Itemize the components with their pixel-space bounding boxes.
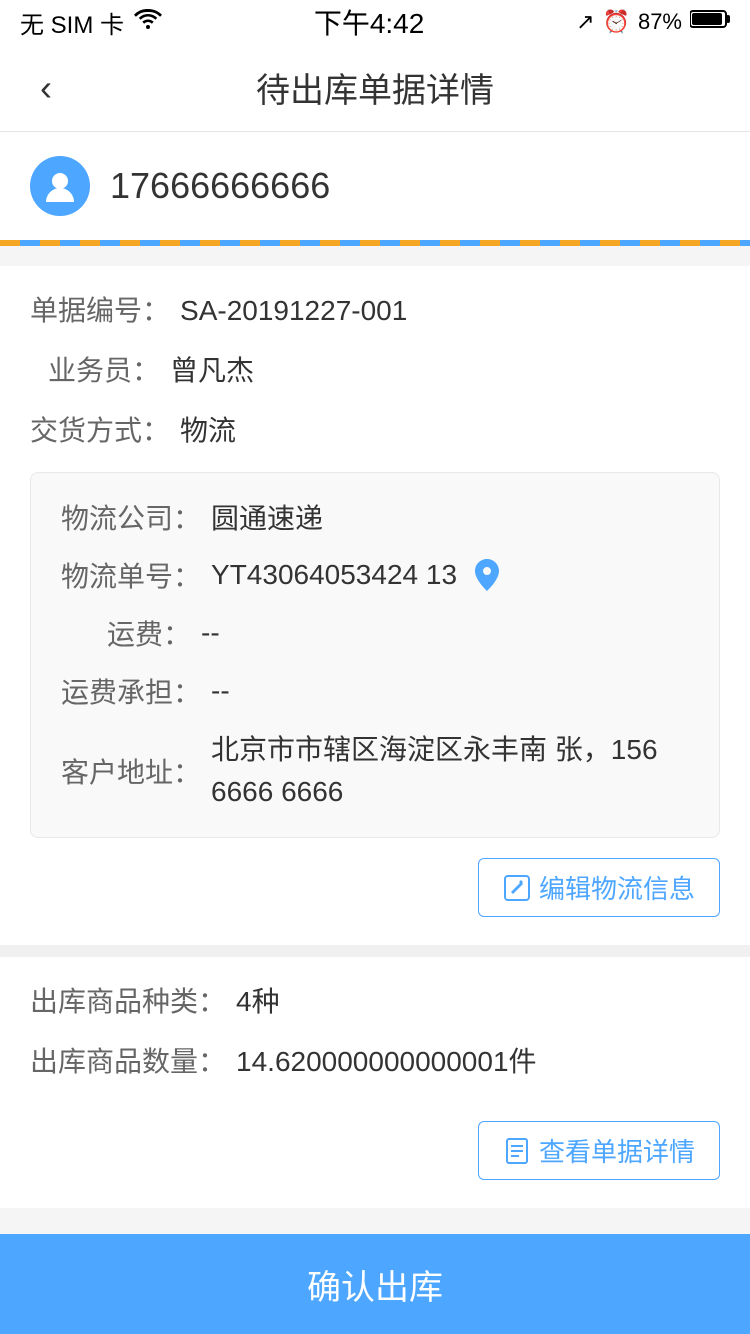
customer-phone: 17666666666	[110, 165, 330, 207]
status-time: 下午4:42	[314, 2, 425, 42]
order-number-label: 单据编号：	[30, 290, 180, 332]
logistics-card: 物流公司： 圆通速递 物流单号： YT43064053424 13 运费： --…	[30, 472, 720, 838]
freight-bear-row: 运费承担： --	[61, 671, 689, 711]
freight-label: 运费：	[61, 613, 201, 653]
logistics-company-label: 物流公司：	[61, 497, 211, 537]
product-quantity-label: 出库商品数量：	[30, 1041, 236, 1083]
staff-value: 曾凡杰	[170, 350, 720, 392]
status-right: ↗ ⏰ 87%	[576, 9, 730, 35]
freight-bear-value: --	[211, 675, 689, 707]
view-btn-row: 查看单据详情	[30, 1101, 720, 1184]
address-label: 客户地址：	[61, 751, 211, 791]
page-title: 待出库单据详情	[256, 63, 494, 112]
logistics-company-value: 圆通速递	[211, 497, 689, 537]
order-info-section: 单据编号： SA-20191227-001 业务员： 曾凡杰 交货方式： 物流 …	[0, 266, 750, 945]
view-details-button[interactable]: 查看单据详情	[478, 1121, 720, 1180]
carrier-text: 无 SIM 卡	[20, 5, 124, 40]
delivery-label: 交货方式：	[30, 410, 180, 452]
staff-row: 业务员： 曾凡杰	[30, 350, 720, 392]
delivery-row: 交货方式： 物流	[30, 410, 720, 452]
logistics-company-row: 物流公司： 圆通速递	[61, 497, 689, 537]
map-pin-icon[interactable]	[469, 557, 505, 593]
edit-icon	[503, 874, 531, 902]
location-status-icon: ↗	[576, 9, 594, 35]
document-icon	[503, 1137, 531, 1165]
product-types-label: 出库商品种类：	[30, 981, 236, 1023]
freight-row: 运费： --	[61, 613, 689, 653]
tracking-row: 物流单号： YT43064053424 13	[61, 555, 689, 595]
tracking-number: YT43064053424 13	[211, 559, 457, 591]
tracking-value-container: YT43064053424 13	[211, 557, 689, 593]
alarm-icon: ⏰	[603, 9, 630, 35]
battery-text: 87%	[638, 9, 682, 35]
product-section: 出库商品种类： 4种 出库商品数量： 14.620000000000001件 查…	[0, 957, 750, 1208]
product-quantity-row: 出库商品数量： 14.620000000000001件	[30, 1041, 720, 1083]
back-button[interactable]: ‹	[30, 57, 62, 119]
freight-bear-label: 运费承担：	[61, 671, 211, 711]
address-row: 客户地址： 北京市市辖区海淀区永丰南 张，156 6666 6666	[61, 729, 689, 813]
status-bar: 无 SIM 卡 下午4:42 ↗ ⏰ 87%	[0, 0, 750, 44]
edit-btn-row: 编辑物流信息	[30, 838, 720, 921]
person-icon	[42, 168, 78, 204]
edit-logistics-label: 编辑物流信息	[539, 869, 695, 906]
section-divider	[0, 945, 750, 957]
customer-header: 17666666666	[0, 132, 750, 240]
address-value: 北京市市辖区海淀区永丰南 张，156 6666 6666	[211, 729, 689, 813]
confirm-button[interactable]: 确认出库	[0, 1234, 750, 1334]
customer-avatar	[30, 156, 90, 216]
delivery-value: 物流	[180, 410, 720, 452]
status-left: 无 SIM 卡	[20, 5, 162, 40]
order-number-row: 单据编号： SA-20191227-001	[30, 290, 720, 332]
wifi-icon	[134, 8, 162, 36]
view-details-label: 查看单据详情	[539, 1132, 695, 1169]
order-number-value: SA-20191227-001	[180, 290, 720, 332]
edit-logistics-button[interactable]: 编辑物流信息	[478, 858, 720, 917]
tracking-label: 物流单号：	[61, 555, 211, 595]
battery-icon	[690, 9, 730, 35]
staff-label: 业务员：	[30, 350, 170, 392]
freight-value: --	[201, 617, 689, 649]
confirm-label: 确认出库	[307, 1260, 443, 1309]
dashed-divider	[0, 240, 750, 246]
product-quantity-value: 14.620000000000001件	[236, 1041, 720, 1083]
nav-bar: ‹ 待出库单据详情	[0, 44, 750, 132]
product-types-row: 出库商品种类： 4种	[30, 981, 720, 1023]
product-types-value: 4种	[236, 981, 720, 1023]
